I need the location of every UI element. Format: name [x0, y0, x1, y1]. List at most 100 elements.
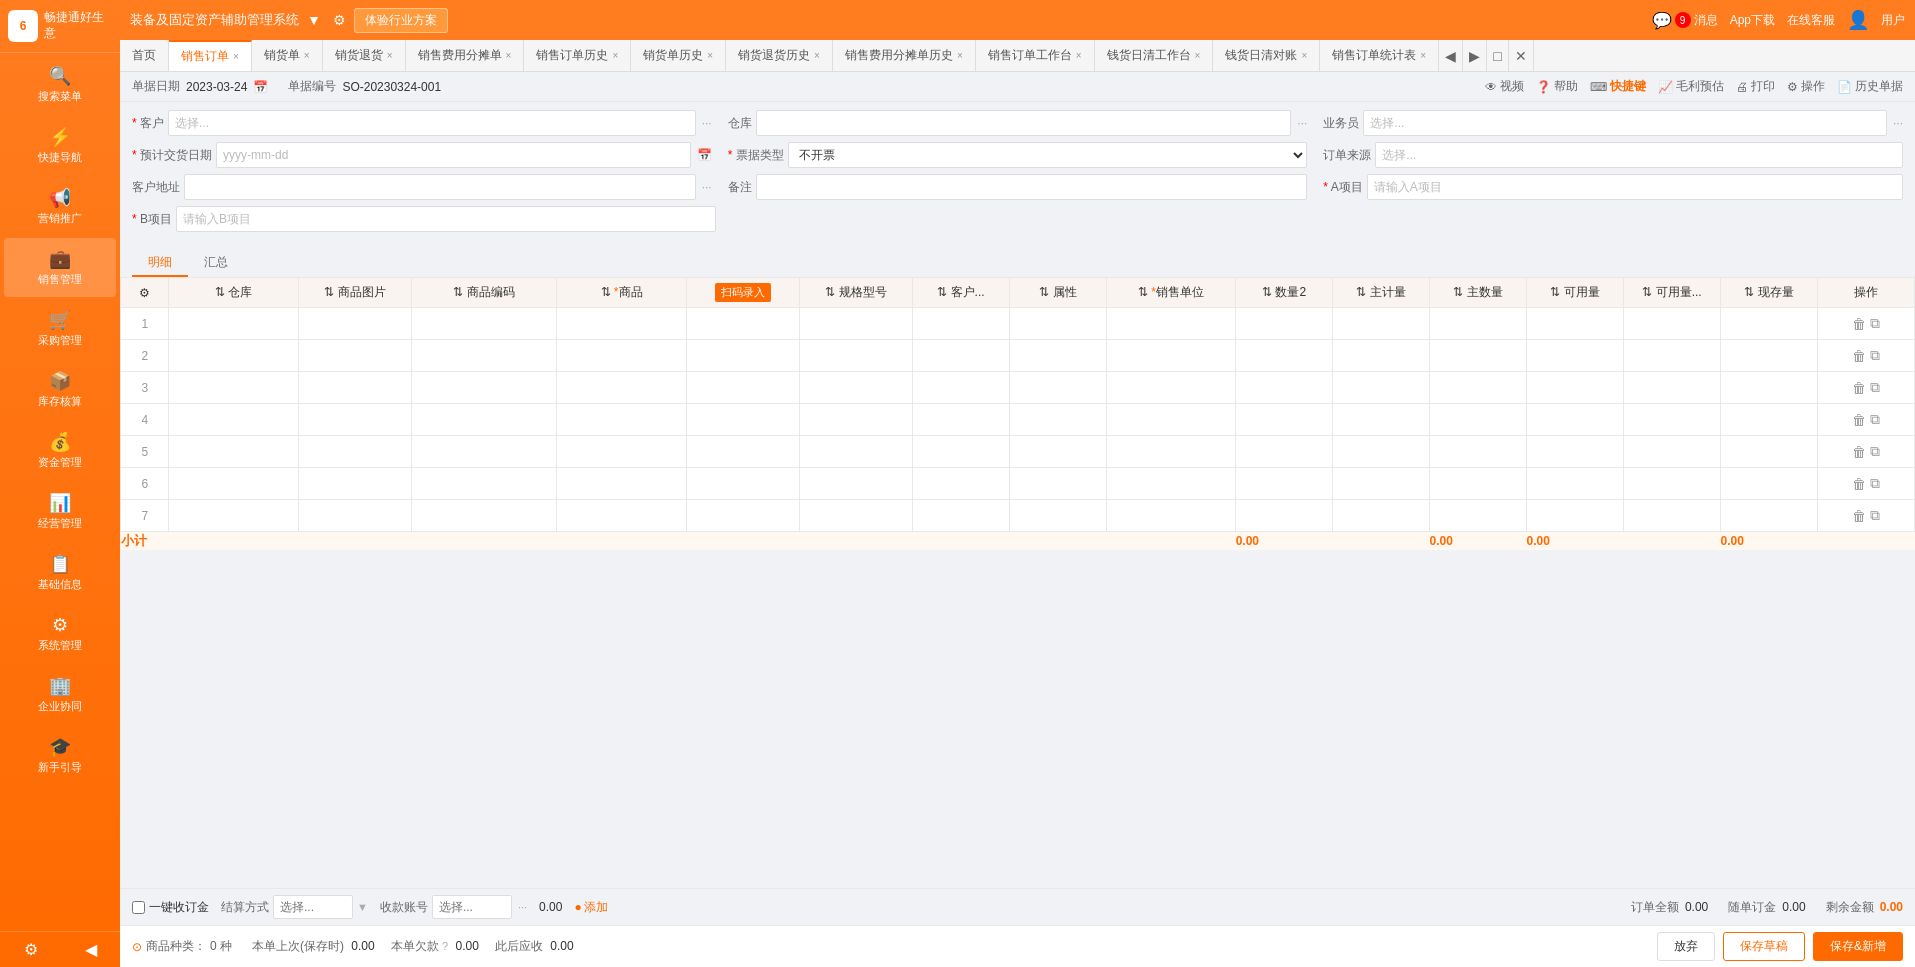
sidebar-item-inventory[interactable]: 📦库存核算 [4, 360, 116, 419]
tab-close-sales-summary[interactable]: × [1420, 50, 1426, 61]
tab-sales-summary[interactable]: 销售订单统计表× [1320, 40, 1439, 72]
due-help-icon[interactable]: ? [442, 940, 448, 952]
cell-sales-unit-6[interactable] [1106, 468, 1235, 500]
order-source-input[interactable] [1375, 142, 1903, 168]
cell-warehouse-1[interactable] [169, 308, 298, 340]
col-header-product-img[interactable]: ⇅ 商品图片 [298, 278, 411, 308]
col-header-warehouse[interactable]: ⇅ 仓库 [169, 278, 298, 308]
cell-available2-1[interactable] [1624, 308, 1721, 340]
cell-sales-unit-7[interactable] [1106, 500, 1235, 532]
account-input[interactable] [432, 895, 512, 919]
sidebar-item-quick-nav[interactable]: ⚡快捷导航 [4, 116, 116, 175]
cell-quantity2-1[interactable] [1236, 308, 1333, 340]
settings-bottom-icon[interactable]: ⚙ [24, 940, 38, 959]
tab-close-sales-order[interactable]: × [233, 51, 239, 62]
sidebar-item-newbie[interactable]: 🎓新手引导 [4, 726, 116, 785]
cell-customer-code-7[interactable] [912, 500, 1009, 532]
tab-sales-order[interactable]: 销售订单× [169, 40, 252, 72]
scan-btn[interactable]: 扫码录入 [715, 283, 771, 302]
cell-product-img-2[interactable] [298, 340, 411, 372]
cell-main-unit-2[interactable] [1333, 340, 1430, 372]
cell-current-stock-7[interactable] [1720, 500, 1817, 532]
cell-warehouse-6[interactable] [169, 468, 298, 500]
cell-product-7[interactable] [557, 500, 686, 532]
col-header-settings[interactable]: ⚙ [121, 278, 169, 308]
cell-product-2[interactable] [557, 340, 686, 372]
cell-available-3[interactable] [1527, 372, 1624, 404]
cell-quantity2-2[interactable] [1236, 340, 1333, 372]
cell-available2-6[interactable] [1624, 468, 1721, 500]
tab-close-sales-refund-history[interactable]: × [814, 50, 820, 61]
tab-nav-2[interactable]: □ [1487, 40, 1508, 72]
sidebar-item-enterprise[interactable]: 🏢企业协同 [4, 665, 116, 724]
save-new-btn[interactable]: 保存&新增 [1813, 932, 1903, 961]
detail-tab-summary[interactable]: 汇总 [188, 250, 244, 277]
toolbar-item-help[interactable]: ❓帮助 [1536, 78, 1578, 95]
tab-close-daily-clear-workbench[interactable]: × [1195, 50, 1201, 61]
delivery-calendar-icon[interactable]: 📅 [697, 148, 712, 162]
cell-current-stock-1[interactable] [1720, 308, 1817, 340]
copy-row-4[interactable]: ⧉ [1870, 411, 1880, 428]
cell-quantity2-4[interactable] [1236, 404, 1333, 436]
col-header-customer-code[interactable]: ⇅ 客户... [912, 278, 1009, 308]
delete-row-4[interactable]: 🗑 [1852, 412, 1866, 428]
addr-more-icon[interactable]: ··· [702, 180, 712, 194]
tab-sales-fee-split[interactable]: 销售费用分摊单× [406, 40, 525, 72]
cell-main-unit-5[interactable] [1333, 436, 1430, 468]
tab-nav-0[interactable]: ◀ [1439, 40, 1463, 72]
tab-close-sales-return-history[interactable]: × [707, 50, 713, 61]
cell-scan-input-2[interactable] [686, 340, 799, 372]
cell-product-6[interactable] [557, 468, 686, 500]
cell-spec-type-5[interactable] [799, 436, 912, 468]
toolbar-item-print[interactable]: 🖨打印 [1736, 78, 1775, 95]
note-input[interactable] [756, 174, 1308, 200]
system-settings-icon[interactable]: ⚙ [333, 12, 346, 28]
cell-sales-unit-4[interactable] [1106, 404, 1235, 436]
app-download-btn[interactable]: App下载 [1730, 12, 1775, 29]
cell-customer-code-6[interactable] [912, 468, 1009, 500]
customer-addr-input[interactable] [184, 174, 696, 200]
collapse-icon[interactable]: ◀ [85, 940, 97, 959]
tab-sales-refund-history[interactable]: 销货退货历史× [726, 40, 833, 72]
delete-row-6[interactable]: 🗑 [1852, 476, 1866, 492]
one-click-deposit-checkbox[interactable]: 一键收订金 [132, 899, 209, 916]
cell-spec-type-1[interactable] [799, 308, 912, 340]
cell-available-7[interactable] [1527, 500, 1624, 532]
cell-product-4[interactable] [557, 404, 686, 436]
cell-product-img-3[interactable] [298, 372, 411, 404]
tab-close-sales-fee-history[interactable]: × [957, 50, 963, 61]
tab-close-sales-workbench[interactable]: × [1076, 50, 1082, 61]
cell-available2-7[interactable] [1624, 500, 1721, 532]
cell-scan-input-5[interactable] [686, 436, 799, 468]
cell-warehouse-5[interactable] [169, 436, 298, 468]
cell-current-stock-2[interactable] [1720, 340, 1817, 372]
cell-customer-code-5[interactable] [912, 436, 1009, 468]
toolbar-item-shortcuts[interactable]: ⌨快捷键 [1590, 78, 1646, 95]
copy-row-3[interactable]: ⧉ [1870, 379, 1880, 396]
staff-input[interactable] [1363, 110, 1887, 136]
tab-close-sales-refund[interactable]: × [387, 50, 393, 61]
cell-scan-input-4[interactable] [686, 404, 799, 436]
sidebar-item-search-menu[interactable]: 🔍搜索菜单 [4, 55, 116, 114]
table-wrap[interactable]: ⚙⇅ 仓库⇅ 商品图片⇅ 商品编码⇅ *商品扫码录入⇅ 规格型号⇅ 客户...⇅… [120, 277, 1915, 888]
cell-sales-unit-3[interactable] [1106, 372, 1235, 404]
cell-main-qty-6[interactable] [1430, 468, 1527, 500]
cell-sales-unit-2[interactable] [1106, 340, 1235, 372]
industry-solution-btn[interactable]: 体验行业方案 [354, 8, 448, 33]
cell-main-qty-2[interactable] [1430, 340, 1527, 372]
user-name[interactable]: 用户 [1881, 12, 1905, 29]
detail-tab-detail[interactable]: 明细 [132, 250, 188, 277]
tab-sales-return[interactable]: 销货单× [252, 40, 323, 72]
col-header-main-qty[interactable]: ⇅ 主数量 [1430, 278, 1527, 308]
cell-customer-code-3[interactable] [912, 372, 1009, 404]
cell-available2-5[interactable] [1624, 436, 1721, 468]
cell-sales-unit-1[interactable] [1106, 308, 1235, 340]
cell-attributes-7[interactable] [1009, 500, 1106, 532]
cell-attributes-4[interactable] [1009, 404, 1106, 436]
toolbar-item-operations[interactable]: ⚙操作 [1787, 78, 1825, 95]
cell-available2-2[interactable] [1624, 340, 1721, 372]
tab-close-daily-reconcile[interactable]: × [1301, 50, 1307, 61]
copy-row-2[interactable]: ⧉ [1870, 347, 1880, 364]
cell-attributes-3[interactable] [1009, 372, 1106, 404]
copy-row-7[interactable]: ⧉ [1870, 507, 1880, 524]
